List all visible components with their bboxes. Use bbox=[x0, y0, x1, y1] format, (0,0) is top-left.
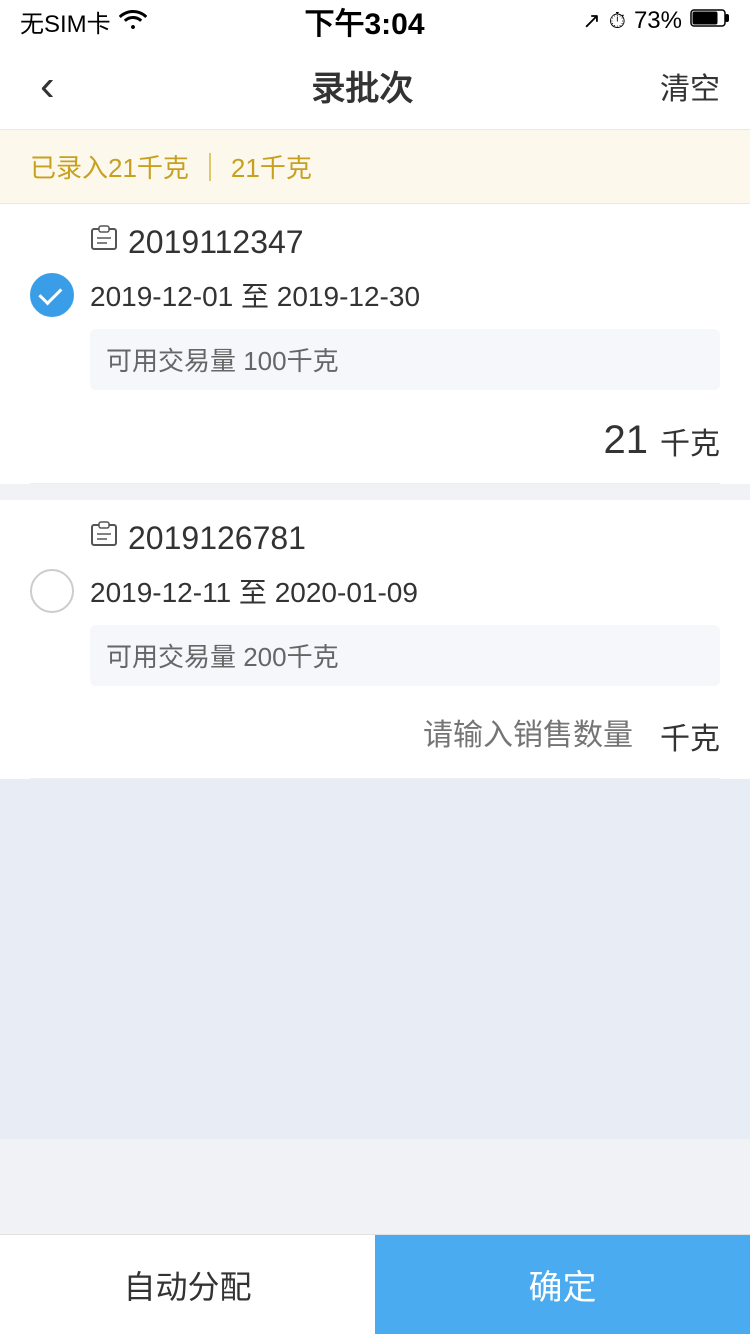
batch-radio-1[interactable] bbox=[30, 273, 74, 317]
bottom-spacer bbox=[0, 1139, 750, 1239]
batch-avail-text-2: 可用交易量 200千克 bbox=[106, 642, 339, 672]
batch-amount-row-1: 21 千克 bbox=[30, 406, 720, 484]
carrier-label: 无SIM卡 bbox=[20, 4, 111, 39]
battery-icon bbox=[690, 7, 730, 35]
batch-input-row-2[interactable]: 千克 bbox=[30, 702, 720, 779]
batch-amount-unit-1: 千克 bbox=[660, 419, 720, 463]
batch-date-2: 2019-12-11 至 2020-01-09 bbox=[90, 571, 418, 611]
batch-avail-2: 可用交易量 200千克 bbox=[90, 625, 720, 686]
back-button[interactable]: ‹ bbox=[30, 51, 65, 121]
card-separator-1 bbox=[0, 484, 750, 500]
qty-input-2[interactable] bbox=[262, 719, 648, 753]
batch-id-2: 2019126781 bbox=[128, 520, 306, 557]
info-value: 21千克 bbox=[231, 148, 312, 185]
batch-date-row-1[interactable]: 2019-12-01 至 2019-12-30 bbox=[30, 273, 720, 317]
batch-header-2: 2019126781 bbox=[30, 520, 720, 557]
wifi-icon bbox=[119, 7, 147, 36]
batch-amount-value-1: 21 bbox=[604, 418, 649, 463]
info-banner: 已录入21千克 21千克 bbox=[0, 130, 750, 204]
qty-unit-2: 千克 bbox=[660, 714, 720, 758]
batch-avail-1: 可用交易量 100千克 bbox=[90, 329, 720, 390]
bottom-bar: 自动分配 确定 bbox=[0, 1234, 750, 1334]
battery-label: 73% bbox=[634, 7, 682, 35]
batch-card-2: 2019126781 2019-12-11 至 2020-01-09 可用交易量… bbox=[0, 500, 750, 779]
batch-radio-2[interactable] bbox=[30, 569, 74, 613]
status-time: 下午3:04 bbox=[304, 0, 424, 43]
batch-id-1: 2019112347 bbox=[128, 224, 304, 261]
batch-header-1: 2019112347 bbox=[30, 224, 720, 261]
clear-button[interactable]: 清空 bbox=[660, 64, 720, 108]
batch-date-1: 2019-12-01 至 2019-12-30 bbox=[90, 275, 420, 315]
info-divider bbox=[209, 153, 211, 181]
confirm-button[interactable]: 确定 bbox=[375, 1235, 750, 1334]
batch-card-1: 2019112347 2019-12-01 至 2019-12-30 可用交易量… bbox=[0, 204, 750, 484]
nav-bar: ‹ 录批次 清空 bbox=[0, 42, 750, 130]
status-bar: 无SIM卡 下午3:04 ↗ ⏱ 73% bbox=[0, 0, 750, 42]
batch-date-row-2[interactable]: 2019-12-11 至 2020-01-09 bbox=[30, 569, 720, 613]
alarm-icon: ⏱ bbox=[609, 8, 626, 34]
info-recorded-label: 已录入21千克 bbox=[30, 148, 189, 185]
page-title: 录批次 bbox=[311, 61, 413, 110]
batch-icon-2 bbox=[90, 521, 118, 557]
batch-avail-text-1: 可用交易量 100千克 bbox=[106, 346, 339, 376]
status-right: ↗ ⏱ 73% bbox=[582, 7, 730, 35]
empty-area bbox=[0, 779, 750, 1139]
batch-icon-1 bbox=[90, 225, 118, 261]
auto-distribute-button[interactable]: 自动分配 bbox=[0, 1235, 375, 1334]
status-left: 无SIM卡 bbox=[20, 4, 147, 39]
location-icon: ↗ bbox=[582, 8, 600, 34]
